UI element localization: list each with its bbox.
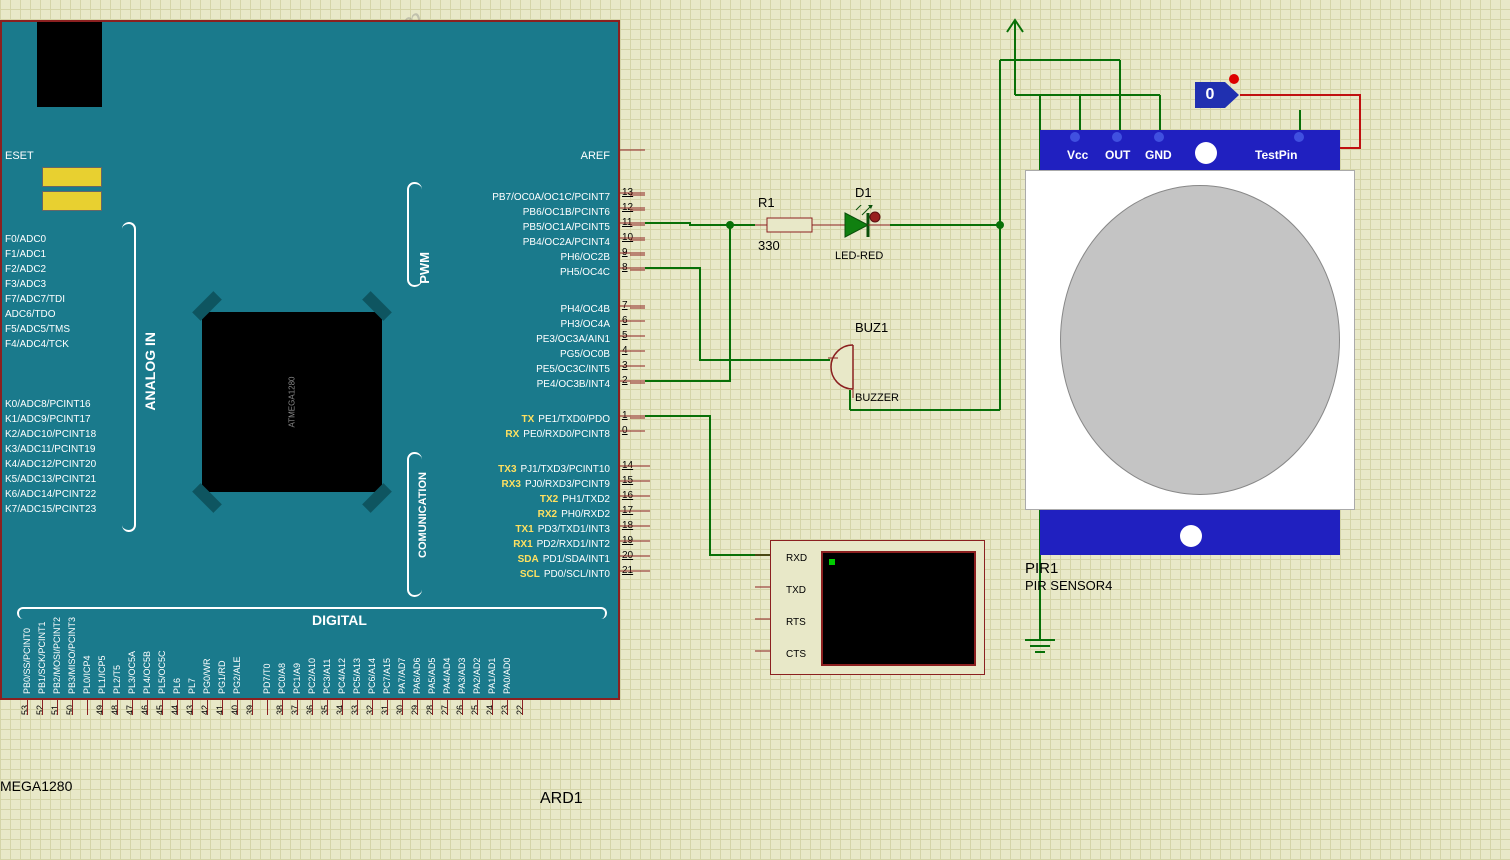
bottom-pin-list: PB0/SS/PCINT0PB1/SCK/PCINT1PB2/MOSI/PCIN… [22, 614, 517, 694]
logic-state-input[interactable]: 0 [1195, 82, 1225, 108]
pir-out-label: OUT [1105, 148, 1130, 162]
arduino-ref: ARD1 [540, 790, 583, 808]
reset-label: ESET [5, 150, 34, 162]
txrx-pin-list: TXPE1/TXD0/PDORXPE0/RXD0/PCINT8 [505, 412, 610, 442]
arduino-board[interactable]: ESET ATMEGA1280 ANALOG IN PWM COMUNICATI… [0, 20, 620, 700]
led-d1[interactable] [830, 205, 900, 255]
yellow-jumpers [42, 167, 102, 211]
logic-state-indicator [1229, 74, 1239, 84]
black-chip-topleft [37, 22, 102, 107]
terminal-pin-labels: RXD TXD RTS CTS [786, 553, 807, 681]
pir1-name: PIR SENSOR4 [1025, 578, 1112, 593]
pir-top-dot [1195, 142, 1217, 164]
left-analog-pin-list-2: K0/ADC8/PCINT16K1/ADC9/PCINT17K2/ADC10/P… [5, 397, 96, 517]
r1-value: 330 [758, 238, 780, 253]
pir-gnd-label: GND [1145, 148, 1172, 162]
r1-ref: R1 [758, 195, 775, 210]
pwm-pin-list: PB7/OC0A/OC1C/PCINT7PB6/OC1B/PCINT6PB5/O… [492, 190, 610, 280]
analog-in-label: ANALOG IN [142, 332, 158, 411]
aref-label: AREF [581, 150, 610, 162]
txrx-pin-numbers: 10 [622, 410, 628, 440]
buz1-ref: BUZ1 [855, 320, 888, 335]
comm-pin-numbers: 1415161718192021 [622, 460, 633, 580]
virtual-terminal[interactable]: RXD TXD RTS CTS [770, 540, 985, 675]
pir-sensor-dome [1060, 185, 1340, 495]
resistor-r1[interactable] [755, 213, 830, 237]
pir-bottom-dot [1180, 525, 1202, 547]
terminal-screen [821, 551, 976, 666]
pir-testpin-label: TestPin [1255, 148, 1297, 162]
mcu-chip-label: ATMEGA1280 [288, 377, 297, 428]
mcu-chip: ATMEGA1280 [202, 312, 382, 492]
d1-name: LED-RED [835, 250, 883, 262]
pir-vcc-label: Vcc [1067, 148, 1088, 162]
comm-pin-list: TX3PJ1/TXD3/PCINT10RX3PJ0/RXD3/PCINT9TX2… [498, 462, 610, 582]
digital-pin-list: PH4/OC4BPH3/OC4APE3/OC3A/AIN1PG5/OC0BPE5… [536, 302, 610, 392]
d1-ref: D1 [855, 185, 872, 200]
bottom-pin-numbers: 5352515049484746454443424140393837363534… [20, 705, 530, 725]
mcu-footer-label: MEGA1280 [0, 778, 72, 794]
pir1-ref: PIR1 [1025, 560, 1058, 577]
buz1-name: BUZZER [855, 392, 899, 404]
pwm-pin-numbers: 1312111098 [622, 187, 633, 277]
logic-value: 0 [1206, 86, 1215, 104]
left-analog-pin-list: F0/ADC0F1/ADC1F2/ADC2F3/ADC3F7/ADC7/TDIA… [5, 232, 70, 352]
mid-pin-numbers: 765432 [622, 300, 628, 390]
